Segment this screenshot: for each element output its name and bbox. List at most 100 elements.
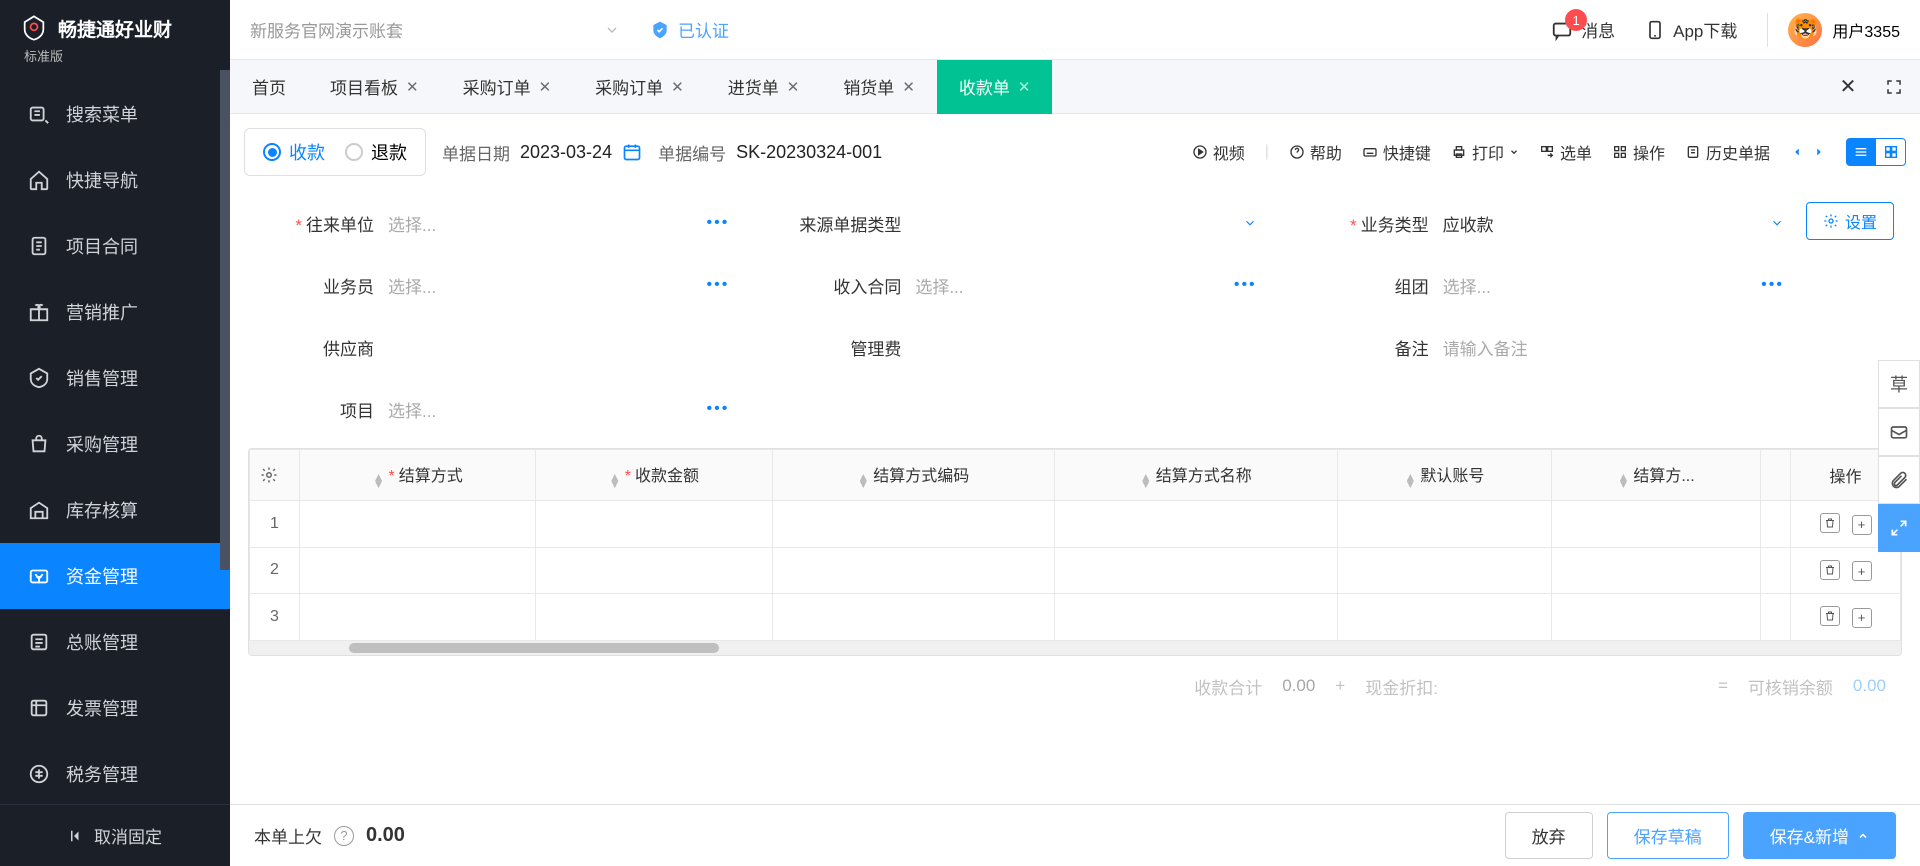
rail-inbox[interactable] [1878,408,1920,456]
col-settlement-name[interactable]: ▲▼结算方式名称 [1055,450,1338,501]
sidebar-item-quicknav[interactable]: 快捷导航 [0,147,230,213]
table-row[interactable]: 1+ [250,501,1901,548]
video-link[interactable]: 视频 [1192,140,1245,164]
radio-refund[interactable]: 退款 [345,139,407,165]
bill-date-field[interactable]: 单据日期 2023-03-24 [442,140,642,165]
group-input[interactable]: 选择...••• [1441,266,1786,304]
user-menu[interactable]: 🐯 用户3355 [1767,13,1900,47]
more-icon[interactable]: ••• [707,214,730,232]
next-icon[interactable] [1812,145,1826,159]
close-icon[interactable]: ✕ [539,78,552,96]
operate-link[interactable]: 操作 [1612,140,1665,164]
close-all-tabs[interactable]: ✕ [1834,73,1862,101]
close-icon[interactable]: ✕ [671,78,684,96]
income-contract-input[interactable]: 选择...••• [913,266,1258,304]
sidebar-item-ledger[interactable]: 总账管理 [0,609,230,675]
sidebar-scrollbar[interactable] [220,70,230,570]
history-nav [1790,145,1826,159]
delete-row-icon[interactable] [1820,606,1840,626]
table-row[interactable]: 3+ [250,594,1901,641]
more-icon[interactable]: ••• [1761,276,1784,294]
sidebar-item-finance[interactable]: 资金管理 [0,543,230,609]
fullscreen-toggle[interactable] [1880,73,1908,101]
select-bill-link[interactable]: 选单 [1539,140,1592,164]
project-input[interactable]: 选择...••• [386,390,731,428]
add-row-icon[interactable]: + [1852,561,1872,581]
history-link[interactable]: 历史单据 [1685,140,1770,164]
app-download-button[interactable]: App下载 [1645,17,1737,42]
col-default-account[interactable]: ▲▼默认账号 [1337,450,1552,501]
sidebar-item-tax[interactable]: 税务管理 [0,741,230,804]
delete-row-icon[interactable] [1820,560,1840,580]
source-type-input[interactable] [913,204,1258,242]
close-icon[interactable]: ✕ [406,78,419,96]
radio-label: 收款 [289,139,325,165]
tab-inbound[interactable]: 进货单✕ [706,60,822,114]
salesman-input[interactable]: 选择...••• [386,266,731,304]
help-link[interactable]: 帮助 [1289,140,1342,164]
customer-input[interactable]: 选择...••• [386,204,731,242]
radio-receive[interactable]: 收款 [263,139,325,165]
field-mgmt-fee: 管理费 [791,328,1258,366]
settings-button[interactable]: 设置 [1806,202,1894,240]
more-icon[interactable]: ••• [707,276,730,294]
calendar-icon[interactable] [622,142,642,162]
tab-receipt[interactable]: 收款单✕ [937,60,1053,114]
sidebar-unpin[interactable]: 取消固定 [0,804,230,866]
add-row-icon[interactable]: + [1852,608,1872,628]
footer-bar: 本单上欠 ? 0.00 放弃 保存草稿 保存&新增 [230,804,1920,866]
abandon-button[interactable]: 放弃 [1505,812,1593,859]
tab-purchase-order-2[interactable]: 采购订单✕ [573,60,706,114]
save-new-button[interactable]: 保存&新增 [1743,812,1896,859]
supplier-label: 供应商 [264,335,374,360]
menu-label: 项目合同 [66,233,138,259]
more-icon[interactable]: ••• [1234,276,1257,294]
close-icon[interactable]: ✕ [1018,78,1031,96]
close-icon[interactable]: ✕ [902,78,915,96]
rail-expand[interactable] [1878,504,1920,552]
col-settlement-method[interactable]: ▲▼*结算方式 [300,450,536,501]
menu-label: 快捷导航 [66,167,138,193]
col-settlement-etc[interactable]: ▲▼结算方... [1552,450,1761,501]
sidebar-item-inventory[interactable]: 库存核算 [0,477,230,543]
table-settings-header[interactable] [250,450,300,501]
mgmt-fee-input[interactable] [913,328,1258,366]
table-row[interactable]: 2+ [250,547,1901,594]
right-rail: 草 [1878,360,1920,552]
view-grid[interactable] [1876,138,1906,166]
col-receipt-amount[interactable]: ▲▼*收款金额 [536,450,772,501]
remark-input[interactable]: 请输入备注 [1441,328,1786,366]
sidebar-item-project-contract[interactable]: 项目合同 [0,213,230,279]
more-icon[interactable]: ••• [707,400,730,418]
delete-row-icon[interactable] [1820,513,1840,533]
rail-attachment[interactable] [1878,456,1920,504]
toolbar: 视频 | 帮助 快捷键 打印 选单 操作 历史单据 [1192,138,1906,166]
messages-button[interactable]: 1 消息 [1551,17,1615,42]
search-icon [28,103,50,125]
close-icon[interactable]: ✕ [787,78,800,96]
tab-sales-order[interactable]: 销货单✕ [821,60,937,114]
sidebar-item-search[interactable]: 搜索菜单 [0,81,230,147]
prev-icon[interactable] [1790,145,1804,159]
biz-type-input[interactable]: 应收款 [1441,204,1786,242]
user-name: 用户3355 [1832,18,1900,42]
sidebar-item-invoice[interactable]: 发票管理 [0,675,230,741]
save-draft-button[interactable]: 保存草稿 [1607,812,1729,859]
rail-draft[interactable]: 草 [1878,360,1920,408]
account-selector[interactable]: 新服务官网演示账套 [250,11,620,48]
table-h-scrollbar[interactable] [249,641,1901,655]
print-link[interactable]: 打印 [1451,140,1519,164]
view-list[interactable] [1846,138,1876,166]
tab-purchase-order-1[interactable]: 采购订单✕ [441,60,574,114]
supplier-input[interactable] [386,328,731,366]
add-row-icon[interactable]: + [1852,515,1872,535]
tab-home[interactable]: 首页 [230,60,308,114]
sidebar-item-purchase[interactable]: 采购管理 [0,411,230,477]
hotkey-link[interactable]: 快捷键 [1362,140,1431,164]
tab-project-board[interactable]: 项目看板✕ [308,60,441,114]
sidebar-item-marketing[interactable]: 营销推广 [0,279,230,345]
col-settlement-code[interactable]: ▲▼结算方式编码 [772,450,1055,501]
radio-label: 退款 [371,139,407,165]
sidebar-item-sales[interactable]: 销售管理 [0,345,230,411]
help-icon[interactable]: ? [334,826,354,846]
